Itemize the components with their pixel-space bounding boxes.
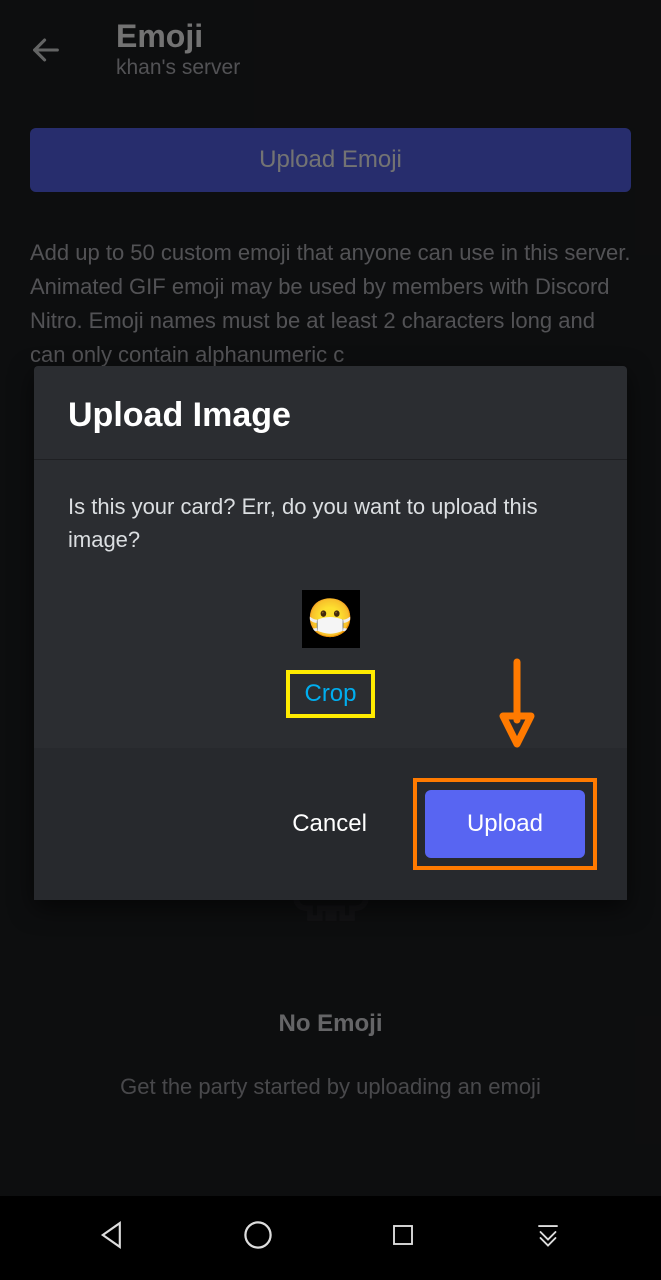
crop-highlight-annotation: Crop [286,670,374,718]
cancel-button[interactable]: Cancel [274,798,385,850]
preview-emoji-glyph: 😷 [307,597,354,641]
page-subtitle: khan's server [116,56,240,80]
nav-back-icon[interactable] [83,1205,143,1265]
back-icon[interactable] [26,30,66,70]
android-navbar [0,1196,661,1280]
upload-button-label: Upload [467,810,543,837]
page-header: Emoji khan's server [0,0,661,98]
upload-image-modal: Upload Image Is this your card? Err, do … [34,366,627,900]
nav-recent-icon[interactable] [373,1205,433,1265]
nav-pulldown-icon[interactable] [518,1205,578,1265]
upload-emoji-button[interactable]: Upload Emoji [30,128,631,192]
empty-state: No Emoji Get the party started by upload… [0,870,661,1100]
cancel-button-label: Cancel [292,810,367,837]
upload-highlight-annotation: Upload [413,778,597,870]
upload-button[interactable]: Upload [425,790,585,858]
page-title: Emoji [116,20,240,54]
empty-state-subtext: Get the party started by uploading an em… [0,1074,661,1100]
nav-home-icon[interactable] [228,1205,288,1265]
arrow-annotation-icon [497,658,537,748]
crop-link[interactable]: Crop [304,680,356,707]
image-preview: 😷 [302,590,360,648]
upload-emoji-button-label: Upload Emoji [259,146,402,174]
modal-prompt-text: Is this your card? Err, do you want to u… [68,490,593,556]
emoji-description-text: Add up to 50 custom emoji that anyone ca… [30,236,631,372]
empty-state-title: No Emoji [0,1010,661,1038]
modal-title: Upload Image [68,396,593,435]
